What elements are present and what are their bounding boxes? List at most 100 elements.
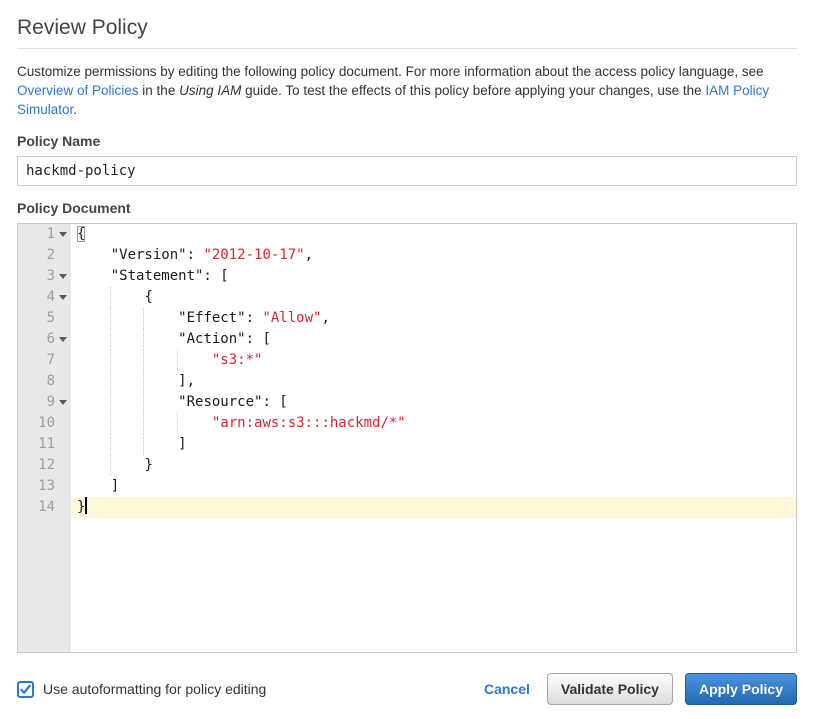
overview-of-policies-link[interactable]: Overview of Policies — [17, 83, 139, 98]
autoformat-option: Use autoformatting for policy editing — [17, 681, 266, 698]
fold-arrow-icon[interactable] — [59, 337, 67, 342]
indent-guide — [110, 413, 145, 434]
code-line[interactable]: "Resource": [ — [71, 392, 796, 413]
validate-policy-button[interactable]: Validate Policy — [547, 673, 673, 705]
indent-guide — [110, 392, 145, 413]
editor-lines: 1{2 "Version": "2012-10-17",3 "Statement… — [18, 224, 796, 518]
line-number: 4 — [18, 287, 71, 308]
line-number: 13 — [18, 476, 71, 497]
code-string-token: "arn:aws:s3:::hackmd/*" — [212, 415, 406, 431]
line-number: 9 — [18, 392, 71, 413]
page-title: Review Policy — [17, 16, 797, 40]
indent-guide — [77, 392, 111, 413]
cancel-link[interactable]: Cancel — [484, 681, 530, 697]
code-token: } — [77, 499, 85, 515]
policy-document-label: Policy Document — [17, 200, 797, 216]
code-line[interactable]: { — [71, 224, 796, 245]
intro-text: guide. To test the effects of this polic… — [241, 83, 705, 98]
intro-paragraph: Customize permissions by editing the fol… — [17, 62, 797, 119]
indent-guide — [77, 245, 111, 266]
code-token: "Version": — [111, 247, 204, 263]
code-string-token: "2012-10-17" — [203, 247, 304, 263]
code-line[interactable]: { — [71, 287, 796, 308]
editor-row: 1{ — [18, 224, 796, 245]
fold-arrow-icon[interactable] — [59, 232, 67, 237]
editor-row: 11 ] — [18, 434, 796, 455]
editor-row: 12 } — [18, 455, 796, 476]
editor-row: 5 "Effect": "Allow", — [18, 308, 796, 329]
line-number: 3 — [18, 266, 71, 287]
line-number: 1 — [18, 224, 71, 245]
autoformat-checkbox[interactable] — [17, 681, 34, 698]
policy-document-editor[interactable]: 1{2 "Version": "2012-10-17",3 "Statement… — [17, 223, 797, 653]
indent-guide — [110, 371, 145, 392]
code-token: } — [144, 457, 152, 473]
apply-policy-button[interactable]: Apply Policy — [685, 673, 797, 705]
editor-row: 2 "Version": "2012-10-17", — [18, 245, 796, 266]
text-cursor — [85, 497, 87, 514]
code-token: { — [77, 226, 85, 242]
code-token: ] — [178, 436, 186, 452]
code-line[interactable]: "arn:aws:s3:::hackmd/*" — [71, 413, 796, 434]
indent-guide — [143, 371, 178, 392]
indent-guide — [110, 329, 145, 350]
indent-guide — [143, 329, 178, 350]
intro-text: in the — [139, 83, 180, 98]
line-number: 2 — [18, 245, 71, 266]
indent-guide — [143, 413, 178, 434]
action-buttons: Cancel Validate Policy Apply Policy — [484, 673, 797, 705]
code-token: ] — [111, 478, 119, 494]
fold-arrow-icon[interactable] — [59, 400, 67, 405]
code-token: "Resource": [ — [178, 394, 288, 410]
fold-arrow-icon[interactable] — [59, 295, 67, 300]
code-line[interactable]: } — [71, 455, 796, 476]
indent-guide — [77, 476, 111, 497]
code-line[interactable]: ] — [71, 476, 796, 497]
intro-text: Customize permissions by editing the fol… — [17, 64, 764, 79]
using-iam-guide-name: Using IAM — [179, 83, 241, 98]
indent-guide — [77, 371, 111, 392]
indent-guide — [77, 413, 111, 434]
indent-guide — [143, 350, 178, 371]
line-number: 10 — [18, 413, 71, 434]
indent-guide — [110, 308, 145, 329]
indent-guide — [77, 308, 111, 329]
code-token: "Statement": [ — [111, 268, 229, 284]
indent-guide — [110, 287, 145, 308]
indent-guide — [177, 350, 212, 371]
policy-name-label: Policy Name — [17, 133, 797, 149]
fold-arrow-icon[interactable] — [59, 274, 67, 279]
code-line[interactable]: ], — [71, 371, 796, 392]
editor-row: 7 "s3:*" — [18, 350, 796, 371]
footer-bar: Use autoformatting for policy editing Ca… — [17, 673, 797, 705]
line-number: 12 — [18, 455, 71, 476]
code-string-token: "s3:*" — [212, 352, 263, 368]
line-number: 7 — [18, 350, 71, 371]
indent-guide — [143, 434, 178, 455]
policy-name-input[interactable] — [17, 156, 797, 186]
code-token: "Action": [ — [178, 331, 271, 347]
code-line[interactable]: ] — [71, 434, 796, 455]
editor-row: 4 { — [18, 287, 796, 308]
indent-guide — [143, 392, 178, 413]
code-line[interactable]: "Version": "2012-10-17", — [71, 245, 796, 266]
code-string-token: "Allow" — [262, 310, 321, 326]
code-line[interactable]: "Statement": [ — [71, 266, 796, 287]
code-token: { — [144, 289, 152, 305]
editor-row: 10 "arn:aws:s3:::hackmd/*" — [18, 413, 796, 434]
code-line[interactable]: "s3:*" — [71, 350, 796, 371]
code-line[interactable]: "Action": [ — [71, 329, 796, 350]
code-token: ], — [178, 373, 195, 389]
code-token: , — [321, 310, 329, 326]
title-divider — [17, 48, 797, 49]
intro-text: . — [73, 102, 77, 117]
indent-guide — [77, 287, 111, 308]
indent-guide — [110, 350, 145, 371]
editor-row: 6 "Action": [ — [18, 329, 796, 350]
indent-guide — [110, 455, 145, 476]
editor-row: 9 "Resource": [ — [18, 392, 796, 413]
code-line[interactable]: "Effect": "Allow", — [71, 308, 796, 329]
indent-guide — [143, 308, 178, 329]
indent-guide — [77, 434, 111, 455]
code-line[interactable]: } — [71, 497, 796, 518]
